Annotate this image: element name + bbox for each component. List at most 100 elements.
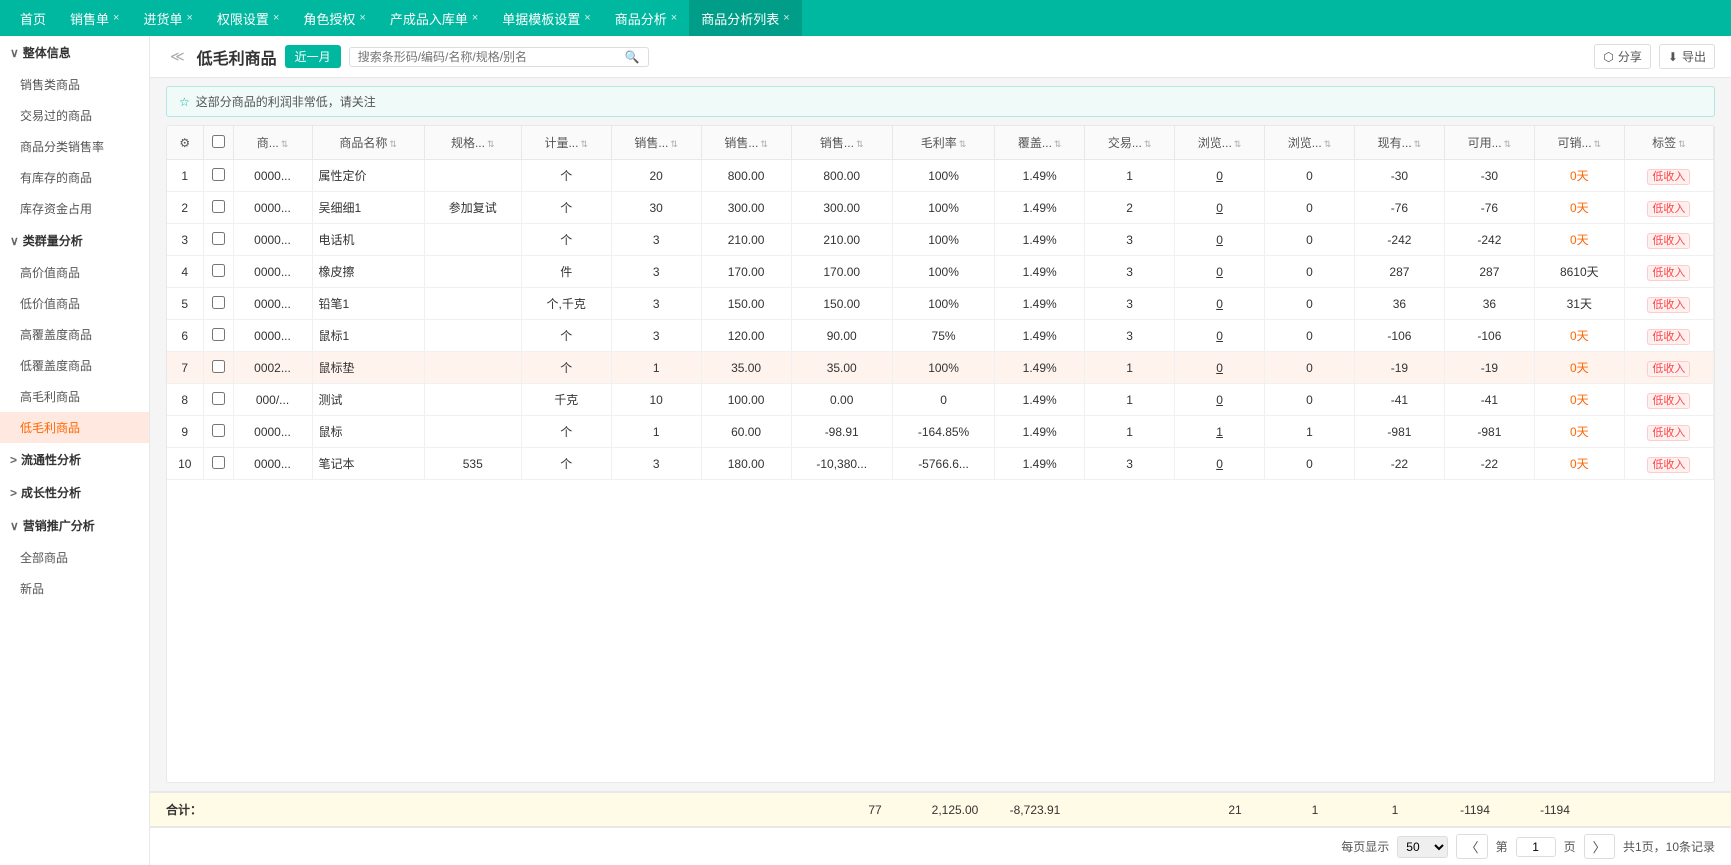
sidebar-item-high-value[interactable]: 高价值商品 [0,257,149,288]
row-name[interactable]: 吴细细1 [312,192,424,224]
row-checkbox[interactable] [203,192,233,224]
row-browse1[interactable]: 1 [1175,416,1265,448]
sidebar-group-cluster[interactable]: ∨ 类群量分析 [0,224,149,257]
row-name[interactable]: 鼠标垫 [312,352,424,384]
close-icon[interactable]: × [783,12,789,24]
col-settings[interactable]: ⚙ [167,126,203,160]
col-spec[interactable]: 规格...⇅ [424,126,521,160]
col-tag[interactable]: 标签⇅ [1624,126,1713,160]
col-code[interactable]: 商...⇅ [233,126,312,160]
row-browse1[interactable]: 0 [1175,224,1265,256]
nav-product-analysis[interactable]: 商品分析 × [603,0,689,36]
chevron-down-icon: ∨ [10,519,19,533]
col-browse1[interactable]: 浏览...⇅ [1175,126,1265,160]
col-checkbox[interactable] [203,126,233,160]
sidebar-collapse-button[interactable]: ≪ [166,44,189,69]
close-icon[interactable]: × [186,12,192,24]
sidebar-item-high-margin[interactable]: 高毛利商品 [0,381,149,412]
row-checkbox[interactable] [203,320,233,352]
close-icon[interactable]: × [472,12,478,24]
nav-home[interactable]: 首页 [8,0,58,36]
sidebar-group-marketing[interactable]: ∨ 营销推广分析 [0,509,149,542]
sidebar-group-overall[interactable]: ∨ 整体信息 [0,36,149,69]
close-icon[interactable]: × [273,12,279,24]
close-icon[interactable]: × [359,12,365,24]
col-trade[interactable]: 交易...⇅ [1085,126,1175,160]
row-browse1[interactable]: 0 [1175,320,1265,352]
sidebar-item-low-margin[interactable]: 低毛利商品 [0,412,149,443]
sidebar-group-growth[interactable]: > 成长性分析 [0,476,149,509]
col-saleable[interactable]: 可销...⇅ [1534,126,1624,160]
row-checkbox[interactable] [203,256,233,288]
nav-permissions[interactable]: 权限设置 × [205,0,291,36]
sidebar-group-flow[interactable]: > 流通性分析 [0,443,149,476]
row-checkbox[interactable] [203,224,233,256]
row-sales2: 100.00 [701,384,791,416]
close-icon[interactable]: × [113,12,119,24]
row-browse1[interactable]: 0 [1175,352,1265,384]
row-checkbox[interactable] [203,384,233,416]
close-icon[interactable]: × [584,12,590,24]
row-name[interactable]: 橡皮擦 [312,256,424,288]
row-checkbox[interactable] [203,352,233,384]
sidebar-item-low-coverage[interactable]: 低覆盖度商品 [0,350,149,381]
col-sales2[interactable]: 销售...⇅ [701,126,791,160]
col-current[interactable]: 现有...⇅ [1354,126,1444,160]
prev-page-button[interactable]: 〈 [1456,834,1487,859]
row-checkbox[interactable] [203,288,233,320]
row-browse1[interactable]: 0 [1175,256,1265,288]
sidebar-item-all-goods[interactable]: 全部商品 [0,542,149,573]
row-checkbox[interactable] [203,448,233,480]
col-name[interactable]: 商品名称⇅ [312,126,424,160]
row-name[interactable]: 鼠标1 [312,320,424,352]
search-icon[interactable]: 🔍 [625,50,640,64]
row-checkbox[interactable] [203,416,233,448]
share-button[interactable]: ⬡ 分享 [1594,44,1651,69]
close-icon[interactable]: × [671,12,677,24]
col-sales3[interactable]: 销售...⇅ [791,126,892,160]
nav-role-auth[interactable]: 角色授权 × [291,0,377,36]
per-page-select[interactable]: 50 100 200 [1397,836,1448,858]
export-button[interactable]: ⬇ 导出 [1659,44,1715,69]
row-browse1[interactable]: 0 [1175,384,1265,416]
time-filter-button[interactable]: 近一月 [285,45,341,68]
sidebar-item-category-rate[interactable]: 商品分类销售率 [0,131,149,162]
sidebar-item-sales-goods[interactable]: 销售类商品 [0,69,149,100]
sidebar-item-new-goods[interactable]: 新品 [0,573,149,604]
nav-purchase[interactable]: 进货单 × [131,0,204,36]
row-browse1[interactable]: 0 [1175,288,1265,320]
row-margin: 75% [892,320,994,352]
row-browse1[interactable]: 0 [1175,448,1265,480]
sidebar-item-stock-goods[interactable]: 有库存的商品 [0,162,149,193]
col-available[interactable]: 可用...⇅ [1444,126,1534,160]
sidebar-item-stock-capital[interactable]: 库存资金占用 [0,193,149,224]
search-box[interactable]: 🔍 [349,47,649,67]
row-name[interactable]: 测试 [312,384,424,416]
row-name[interactable]: 电话机 [312,224,424,256]
sidebar-item-high-coverage[interactable]: 高覆盖度商品 [0,319,149,350]
row-name[interactable]: 属性定价 [312,160,424,192]
col-unit[interactable]: 计量...⇅ [521,126,611,160]
total-trade: 21 [1195,803,1275,817]
sidebar-item-low-value[interactable]: 低价值商品 [0,288,149,319]
nav-product-analysis-list[interactable]: 商品分析列表 × [689,0,801,36]
row-name[interactable]: 笔记本 [312,448,424,480]
nav-sales[interactable]: 销售单 × [58,0,131,36]
page-number-input[interactable] [1516,837,1556,857]
col-browse2[interactable]: 浏览...⇅ [1265,126,1355,160]
row-saleable: 0天 [1534,384,1624,416]
col-coverage[interactable]: 覆盖...⇅ [995,126,1085,160]
col-sales1[interactable]: 销售...⇅ [611,126,701,160]
next-page-button[interactable]: 〉 [1584,834,1615,859]
nav-product-entry[interactable]: 产成品入库单 × [378,0,490,36]
row-name[interactable]: 铅笔1 [312,288,424,320]
row-name[interactable]: 鼠标 [312,416,424,448]
nav-template-settings[interactable]: 单据模板设置 × [490,0,602,36]
col-margin[interactable]: 毛利率⇅ [892,126,994,160]
row-browse1[interactable]: 0 [1175,160,1265,192]
select-all-checkbox[interactable] [212,135,225,148]
search-input[interactable] [358,50,625,64]
row-browse1[interactable]: 0 [1175,192,1265,224]
row-checkbox[interactable] [203,160,233,192]
sidebar-item-traded-goods[interactable]: 交易过的商品 [0,100,149,131]
